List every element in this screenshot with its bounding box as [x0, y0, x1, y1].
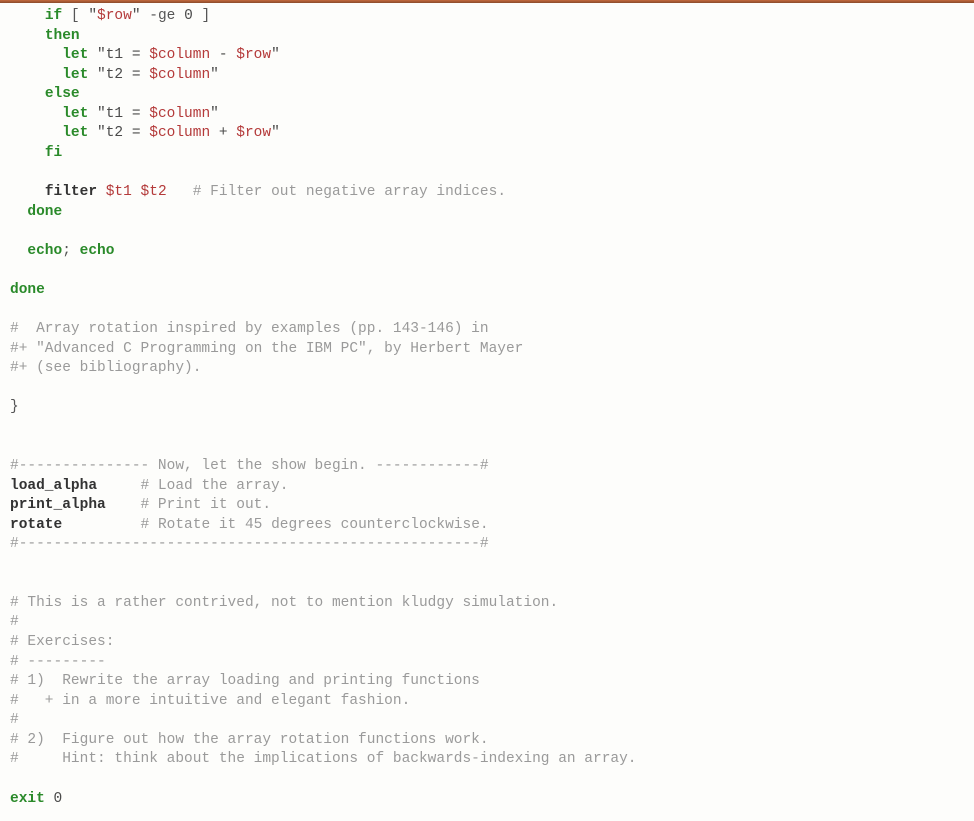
code-token-op: }	[10, 399, 19, 415]
code-token-fn: load_alpha	[10, 478, 97, 494]
code-token-kw: else	[45, 86, 80, 102]
code-token-kw: done	[10, 282, 45, 298]
code-token-str: "	[210, 67, 219, 83]
code-token-cmt: #+ (see bibliography).	[10, 360, 201, 376]
code-token-var: $row	[97, 8, 132, 24]
code-token-cmt: # Exercises:	[10, 634, 114, 650]
code-token-cmt: #--------------- Now, let the show begin…	[10, 458, 489, 474]
code-token-var: $row	[236, 47, 271, 63]
code-token-kw: echo	[80, 243, 115, 259]
code-token-kw: if	[45, 8, 62, 24]
code-token-cmt: # Array rotation inspired by examples (p…	[10, 321, 489, 337]
code-token-var: $t2	[141, 184, 167, 200]
code-token-op: [	[71, 8, 80, 24]
code-token-num: 0	[54, 791, 63, 807]
code-token-cmt: # 2) Figure out how the array rotation f…	[10, 732, 489, 748]
code-token-var: $column	[149, 125, 210, 141]
code-token-var: $t1	[106, 184, 132, 200]
code-token-fn: print_alpha	[10, 497, 106, 513]
code-token-kw: let	[62, 47, 88, 63]
code-token-cmt: #---------------------------------------…	[10, 536, 489, 552]
code-token-kw: done	[27, 204, 62, 220]
code-token-var: $column	[149, 106, 210, 122]
code-token-cmt: # Rotate it 45 degrees counterclockwise.	[141, 517, 489, 533]
code-token-var: $column	[149, 67, 210, 83]
code-block: if [ "$row" -ge 0 ] then let "t1 = $colu…	[0, 3, 974, 821]
code-token-cmt: #	[10, 712, 19, 728]
code-token-cmt: # + in a more intuitive and elegant fash…	[10, 693, 410, 709]
code-token-cmt: #+ "Advanced C Programming on the IBM PC…	[10, 341, 523, 357]
code-token-op: ]	[201, 8, 210, 24]
code-token-kw: fi	[45, 145, 62, 161]
code-token-op: ;	[62, 243, 71, 259]
code-token-op: -ge	[149, 8, 175, 24]
code-token-str: "t1 =	[97, 106, 149, 122]
code-token-kw: let	[62, 125, 88, 141]
code-token-kw: echo	[27, 243, 62, 259]
code-token-fn: rotate	[10, 517, 62, 533]
code-token-str: "	[210, 106, 219, 122]
code-token-str: "	[132, 8, 141, 24]
code-token-cmt: #	[10, 614, 19, 630]
code-token-str: "t1 =	[97, 47, 149, 63]
code-token-cmt: # Print it out.	[141, 497, 272, 513]
code-token-cmt: # Hint: think about the implications of …	[10, 751, 637, 767]
code-token-str: +	[210, 125, 236, 141]
code-token-cmt: # This is a rather contrived, not to men…	[10, 595, 558, 611]
code-token-str: "t2 =	[97, 67, 149, 83]
code-token-cmt: # Load the array.	[141, 478, 289, 494]
code-token-num: 0	[184, 8, 193, 24]
code-token-kw: exit	[10, 791, 45, 807]
code-token-str: "	[88, 8, 97, 24]
code-token-var: $column	[149, 47, 210, 63]
code-token-cmt: # Filter out negative array indices.	[193, 184, 506, 200]
code-token-str: "	[271, 47, 280, 63]
code-token-cmt: # 1) Rewrite the array loading and print…	[10, 673, 480, 689]
code-token-var: $row	[236, 125, 271, 141]
code-token-str: "	[271, 125, 280, 141]
code-token-kw: then	[45, 28, 80, 44]
code-token-str: -	[210, 47, 236, 63]
code-token-kw: let	[62, 67, 88, 83]
code-token-str: "t2 =	[97, 125, 149, 141]
code-token-cmt: # ---------	[10, 654, 106, 670]
code-token-fn: filter	[45, 184, 106, 200]
code-token-kw: let	[62, 106, 88, 122]
